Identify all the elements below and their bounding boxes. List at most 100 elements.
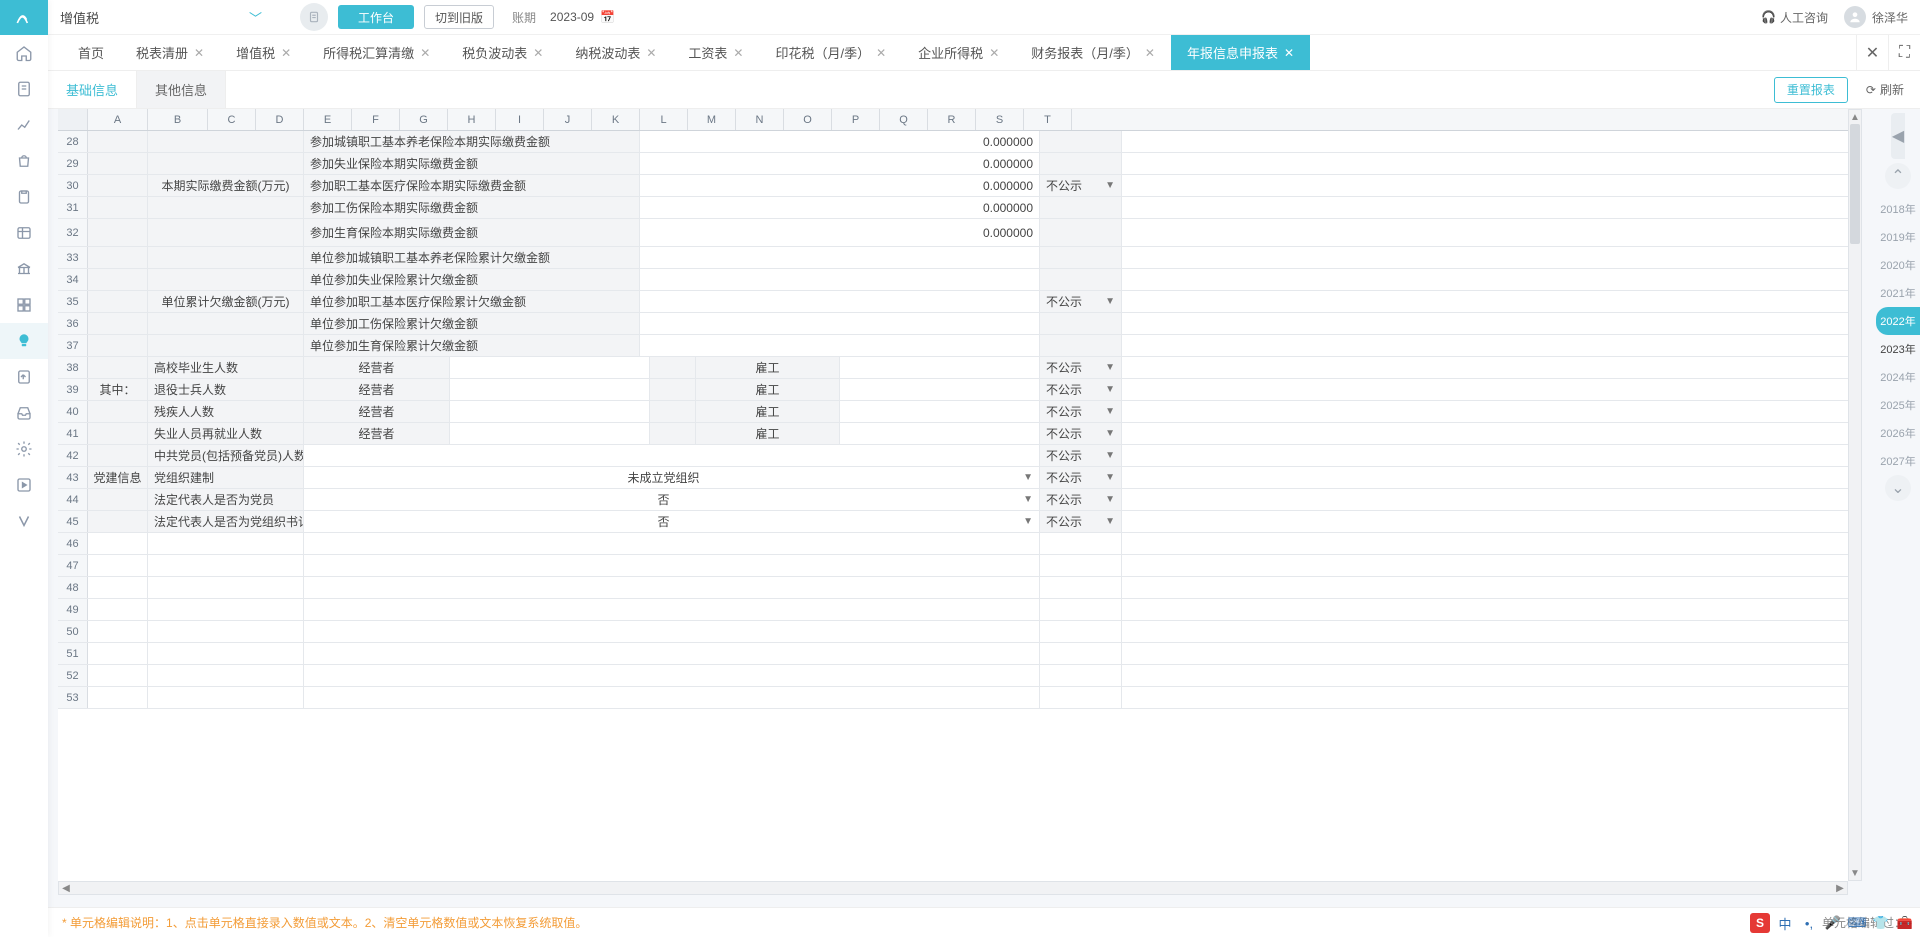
cell[interactable]	[450, 357, 650, 378]
year-option-active[interactable]: 2022年	[1876, 307, 1920, 335]
select-all-corner[interactable]	[58, 109, 88, 130]
col-header[interactable]: A	[88, 109, 148, 130]
cell[interactable]	[840, 379, 1040, 400]
nav-chart-icon[interactable]	[0, 107, 48, 143]
tab-incometax[interactable]: 所得税汇算清缴✕	[307, 35, 446, 70]
tab-stamp[interactable]: 印花税（月/季）✕	[759, 35, 902, 70]
col-header[interactable]: D	[256, 109, 304, 130]
row-number[interactable]: 46	[58, 533, 88, 554]
close-icon[interactable]: ✕	[1284, 46, 1294, 60]
ime-lang[interactable]: 中	[1776, 914, 1794, 932]
cell[interactable]: 党组织建制	[148, 467, 304, 488]
year-option[interactable]: 2027年	[1876, 447, 1920, 475]
row-number[interactable]: 39	[58, 379, 88, 400]
cell-dropdown[interactable]: 不公示▼	[1040, 291, 1122, 312]
cell[interactable]	[640, 269, 1040, 290]
year-option[interactable]: 2020年	[1876, 251, 1920, 279]
year-option[interactable]: 2018年	[1876, 195, 1920, 223]
cell-dropdown[interactable]: 不公示▼	[1040, 357, 1122, 378]
tab-vat[interactable]: 增值税✕	[220, 35, 307, 70]
col-header[interactable]: R	[928, 109, 976, 130]
cell[interactable]: 经营者	[304, 401, 450, 422]
cell[interactable]: 高校毕业生人数	[148, 357, 304, 378]
col-header[interactable]: P	[832, 109, 880, 130]
row-number[interactable]: 48	[58, 577, 88, 598]
cell[interactable]: 雇工	[696, 357, 840, 378]
row-number[interactable]: 36	[58, 313, 88, 334]
nav-table-icon[interactable]	[0, 215, 48, 251]
col-header[interactable]: H	[448, 109, 496, 130]
refresh-button[interactable]: ⟳ 刷新	[1866, 81, 1904, 98]
tab-annual[interactable]: 年报信息申报表✕	[1171, 35, 1310, 70]
col-header[interactable]: O	[784, 109, 832, 130]
cell[interactable]: 单位参加失业保险累计欠缴金额	[304, 269, 640, 290]
cell[interactable]	[640, 313, 1040, 334]
cell[interactable]	[640, 291, 1040, 312]
col-header[interactable]: S	[976, 109, 1024, 130]
nav-inbox-icon[interactable]	[0, 395, 48, 431]
cell[interactable]: 参加城镇职工基本养老保险本期实际缴费金额	[304, 131, 640, 152]
close-icon[interactable]: ✕	[876, 46, 886, 60]
nav-home-icon[interactable]	[0, 35, 48, 71]
close-all-icon[interactable]: ✕	[1856, 35, 1888, 71]
cell[interactable]	[640, 335, 1040, 356]
row-number[interactable]: 51	[58, 643, 88, 664]
row-number[interactable]: 30	[58, 175, 88, 196]
tab-finreport[interactable]: 财务报表（月/季）✕	[1015, 35, 1171, 70]
subtab-basic[interactable]: 基础信息	[48, 71, 137, 108]
cell[interactable]: 单位参加工伤保险累计欠缴金额	[304, 313, 640, 334]
row-number[interactable]: 32	[58, 219, 88, 246]
cell[interactable]	[450, 401, 650, 422]
cell[interactable]: 失业人员再就业人数	[148, 423, 304, 444]
nav-bank-icon[interactable]	[0, 251, 48, 287]
scroll-left-icon[interactable]: ◀	[59, 882, 73, 894]
tab-corp[interactable]: 企业所得税✕	[902, 35, 1015, 70]
scroll-down-icon[interactable]: ▼	[1849, 866, 1861, 880]
cell-dropdown[interactable]: 不公示▼	[1040, 489, 1122, 510]
year-option[interactable]: 2026年	[1876, 419, 1920, 447]
cell-dropdown[interactable]: 不公示▼	[1040, 445, 1122, 466]
ime-toolbox-icon[interactable]: 🧰	[1896, 914, 1914, 932]
row-number[interactable]: 52	[58, 665, 88, 686]
ime-badge[interactable]: S	[1750, 913, 1770, 933]
cell[interactable]: 经营者	[304, 379, 450, 400]
year-option[interactable]: 2021年	[1876, 279, 1920, 307]
col-header[interactable]: I	[496, 109, 544, 130]
tab-salary[interactable]: 工资表✕	[672, 35, 759, 70]
col-header[interactable]: F	[352, 109, 400, 130]
col-header[interactable]: G	[400, 109, 448, 130]
row-number[interactable]: 50	[58, 621, 88, 642]
row-number[interactable]: 49	[58, 599, 88, 620]
period-picker[interactable]: 2023-09 📅	[550, 10, 615, 24]
col-header[interactable]: B	[148, 109, 208, 130]
nav-play-icon[interactable]	[0, 467, 48, 503]
cell[interactable]	[304, 445, 1040, 466]
close-icon[interactable]: ✕	[733, 46, 743, 60]
close-icon[interactable]: ✕	[194, 46, 204, 60]
cell[interactable]: 参加失业保险本期实际缴费金额	[304, 153, 640, 174]
cell[interactable]: 退役士兵人数	[148, 379, 304, 400]
cell[interactable]: 本期实际缴费金额(万元)	[148, 175, 304, 196]
year-option[interactable]: 2019年	[1876, 223, 1920, 251]
col-header[interactable]: E	[304, 109, 352, 130]
clipboard-icon[interactable]	[300, 3, 328, 31]
cell[interactable]: 法定代表人是否为党组织书记	[148, 511, 304, 532]
row-number[interactable]: 41	[58, 423, 88, 444]
row-number[interactable]: 31	[58, 197, 88, 218]
row-number[interactable]: 38	[58, 357, 88, 378]
year-down-button[interactable]: ⌄	[1885, 475, 1911, 501]
cell[interactable]: 雇工	[696, 379, 840, 400]
subtab-other[interactable]: 其他信息	[137, 71, 226, 108]
row-number[interactable]: 43	[58, 467, 88, 488]
switch-old-button[interactable]: 切到旧版	[424, 5, 494, 29]
cell-dropdown[interactable]: 不公示▼	[1040, 511, 1122, 532]
col-header[interactable]: M	[688, 109, 736, 130]
cell[interactable]: 0.000000	[640, 219, 1040, 246]
close-icon[interactable]: ✕	[1145, 46, 1155, 60]
tab-taxload[interactable]: 税负波动表✕	[446, 35, 559, 70]
nav-doc-icon[interactable]	[0, 71, 48, 107]
cell[interactable]: 0.000000	[640, 197, 1040, 218]
close-icon[interactable]: ✕	[281, 46, 291, 60]
cell-dropdown[interactable]: 不公示▼	[1040, 401, 1122, 422]
horizontal-scrollbar[interactable]: ◀ ▶	[58, 881, 1848, 895]
